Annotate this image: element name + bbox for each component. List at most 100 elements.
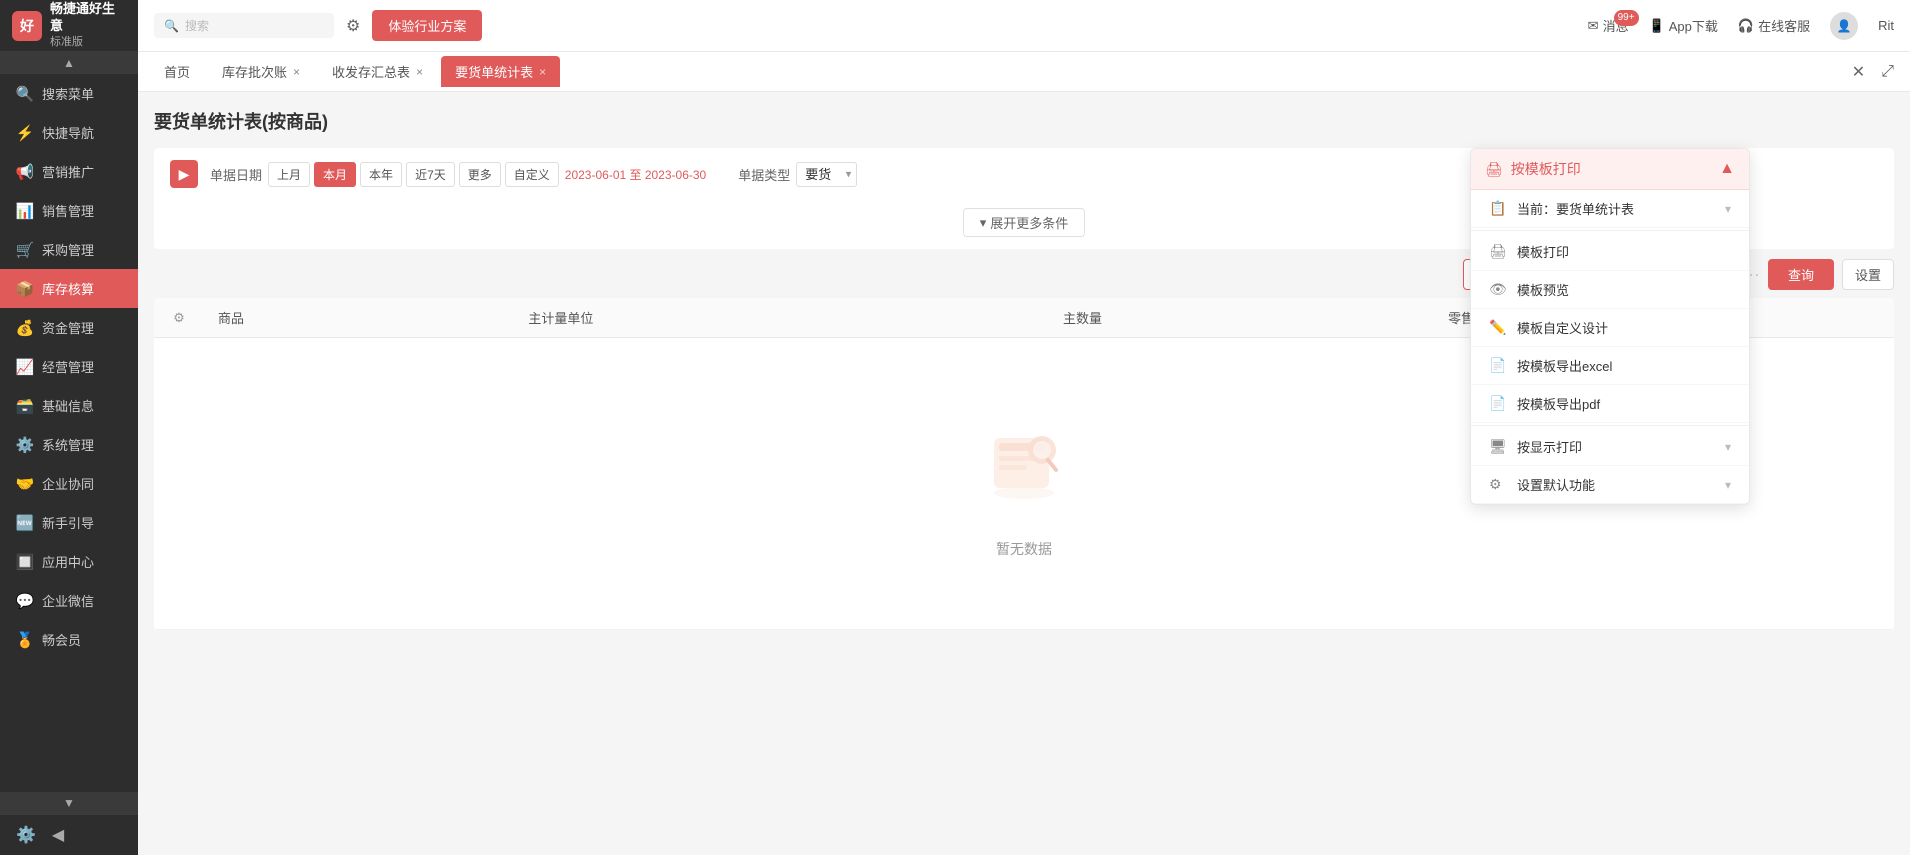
date-btn-more[interactable]: 更多 xyxy=(459,162,501,187)
app-download-btn[interactable]: 📱 App下载 xyxy=(1649,16,1718,35)
sidebar-item-search[interactable]: 🔍 搜索菜单 xyxy=(0,74,138,113)
sidebar-item-operations[interactable]: 📈 经营管理 xyxy=(0,347,138,386)
tab-receipt-summary[interactable]: 收发存汇总表 × xyxy=(318,56,437,87)
app-download-label: App下载 xyxy=(1669,16,1718,35)
current-template-item[interactable]: 📋 当前：要货单统计表 ▾ xyxy=(1471,190,1749,228)
sidebar-item-label: 新手引导 xyxy=(42,513,94,532)
avatar: 👤 xyxy=(1830,12,1858,40)
username[interactable]: Rit xyxy=(1878,18,1894,33)
display-print-item[interactable]: 🖥 按显示打印 ▾ xyxy=(1471,428,1749,466)
template-custom-item[interactable]: ✏️ 模板自定义设计 xyxy=(1471,309,1749,347)
collapse-sidebar-icon[interactable]: ◀ xyxy=(52,825,64,845)
sidebar-item-app-center[interactable]: 🔲 应用中心 xyxy=(0,542,138,581)
sidebar-item-quick-nav[interactable]: ⚡ 快捷导航 xyxy=(0,113,138,152)
table-col-qty: 主数量 xyxy=(1049,298,1434,338)
sidebar-item-purchase[interactable]: 🛒 采购管理 xyxy=(0,230,138,269)
search-placeholder: 搜索 xyxy=(185,17,209,34)
type-select[interactable]: 要货 xyxy=(796,162,857,187)
gear-icon[interactable]: ⚙ xyxy=(346,16,360,36)
date-btn-this-year[interactable]: 本年 xyxy=(360,162,402,187)
settings-footer-icon[interactable]: ⚙️ xyxy=(16,825,36,845)
sidebar-item-label: 经营管理 xyxy=(42,357,94,376)
print-dropdown-collapse-icon[interactable]: ▲ xyxy=(1719,160,1735,178)
maximize-btn[interactable]: ⤢ xyxy=(1877,60,1898,84)
online-service-btn[interactable]: 🎧 在线客服 xyxy=(1738,16,1810,35)
sidebar-item-label: 系统管理 xyxy=(42,435,94,454)
date-buttons: 上月 本月 本年 近7天 更多 自定义 xyxy=(268,162,559,187)
type-label: 单据类型 xyxy=(738,165,790,184)
export-pdf-item[interactable]: 📄 按模板导出pdf xyxy=(1471,385,1749,423)
search-box[interactable]: 🔍 搜索 xyxy=(154,13,334,38)
sidebar-item-inventory[interactable]: 📦 库存核算 xyxy=(0,269,138,308)
table-settings-icon[interactable]: ⚙ xyxy=(173,310,185,325)
trial-btn[interactable]: 体验行业方案 xyxy=(372,10,482,41)
sidebar-logo: 好 畅捷通好生意 标准版 xyxy=(0,0,138,52)
query-btn[interactable]: 查询 xyxy=(1768,259,1834,290)
tab-home[interactable]: 首页 xyxy=(150,56,204,87)
template-preview-item[interactable]: 👁 模板预览 xyxy=(1471,271,1749,309)
sidebar-item-sales[interactable]: 📊 销售管理 xyxy=(0,191,138,230)
sales-icon: 📊 xyxy=(16,202,34,220)
print-dropdown-title: 🖨 按模板打印 xyxy=(1485,159,1581,179)
tab-close-receipt-summary[interactable]: × xyxy=(416,65,423,79)
date-btn-custom[interactable]: 自定义 xyxy=(505,162,559,187)
search-icon: 🔍 xyxy=(164,19,179,33)
app-version: 标准版 xyxy=(50,35,126,49)
current-template-icon: 📋 xyxy=(1489,200,1507,217)
sidebar-item-collab[interactable]: 🤝 企业协同 xyxy=(0,464,138,503)
message-btn[interactable]: ✉ 消息 99+ xyxy=(1588,16,1629,35)
sidebar-item-label: 营销推广 xyxy=(42,162,94,181)
expand-label: 展开更多条件 xyxy=(990,213,1068,232)
search-icon: 🔍 xyxy=(16,85,34,103)
brand-name: 畅捷通好生意 xyxy=(50,1,126,35)
topbar: 🔍 搜索 ⚙ 体验行业方案 ✉ 消息 99+ 📱 App下载 🎧 在线客服 👤 … xyxy=(138,0,1910,52)
sidebar-item-label: 资金管理 xyxy=(42,318,94,337)
download-icon: 📱 xyxy=(1649,18,1665,34)
sidebar-scroll-down[interactable]: ▼ xyxy=(0,792,138,814)
template-custom-icon: ✏️ xyxy=(1489,319,1507,336)
sidebar-item-basic[interactable]: 🗃️ 基础信息 xyxy=(0,386,138,425)
tabbar: 首页 库存批次账 × 收发存汇总表 × 要货单统计表 × ✕ ⤢ xyxy=(138,52,1910,92)
date-filter-group: 单据日期 上月 本月 本年 近7天 更多 自定义 2023-06-01 至 20… xyxy=(210,162,706,187)
tab-inventory-batch[interactable]: 库存批次账 × xyxy=(208,56,314,87)
sidebar-item-label: 搜索菜单 xyxy=(42,84,94,103)
export-excel-item[interactable]: 📄 按模板导出excel xyxy=(1471,347,1749,385)
close-tab-btn[interactable]: ✕ xyxy=(1848,60,1869,84)
sidebar-item-guide[interactable]: 🆕 新手引导 xyxy=(0,503,138,542)
empty-icon xyxy=(974,408,1074,527)
tab-order-stats[interactable]: 要货单统计表 × xyxy=(441,56,560,87)
expand-icon: ▾ xyxy=(980,215,987,231)
table-col-settings[interactable]: ⚙ xyxy=(154,298,204,338)
sidebar-item-label: 企业微信 xyxy=(42,591,94,610)
filter-toggle-btn[interactable]: ▶ xyxy=(170,160,198,188)
sidebar-item-label: 应用中心 xyxy=(42,552,94,571)
filter-expand-btn[interactable]: ▾ 展开更多条件 xyxy=(963,208,1086,237)
quick-nav-icon: ⚡ xyxy=(16,124,34,142)
sidebar-item-vip[interactable]: 🏅 畅会员 xyxy=(0,620,138,659)
template-print-item[interactable]: 🖨 模板打印 xyxy=(1471,233,1749,271)
sidebar-item-finance[interactable]: 💰 资金管理 xyxy=(0,308,138,347)
sidebar-item-label: 库存核算 xyxy=(42,279,94,298)
export-pdf-icon: 📄 xyxy=(1489,395,1507,412)
message-icon: ✉ xyxy=(1588,18,1599,34)
sidebar-item-marketing[interactable]: 📢 营销推广 xyxy=(0,152,138,191)
tab-home-label: 首页 xyxy=(164,62,190,81)
export-pdf-label: 按模板导出pdf xyxy=(1517,394,1600,413)
sidebar-item-label: 采购管理 xyxy=(42,240,94,259)
sidebar-item-label: 基础信息 xyxy=(42,396,94,415)
setting-btn[interactable]: 设置 xyxy=(1842,259,1894,290)
tab-close-inventory-batch[interactable]: × xyxy=(293,65,300,79)
date-btn-prev-month[interactable]: 上月 xyxy=(268,162,310,187)
tab-close-order-stats[interactable]: × xyxy=(539,65,546,79)
sidebar-item-enterprise-wechat[interactable]: 💬 企业微信 xyxy=(0,581,138,620)
date-btn-this-month[interactable]: 本月 xyxy=(314,162,356,187)
sidebar-nav: 🔍 搜索菜单 ⚡ 快捷导航 📢 营销推广 📊 销售管理 🛒 采购管理 📦 库存核… xyxy=(0,74,138,792)
date-btn-7days[interactable]: 近7天 xyxy=(406,162,455,187)
set-default-item[interactable]: ⚙ 设置默认功能 ▾ xyxy=(1471,466,1749,504)
sidebar-scroll-up[interactable]: ▲ xyxy=(0,52,138,74)
sidebar-item-system[interactable]: ⚙️ 系统管理 xyxy=(0,425,138,464)
sidebar-item-label: 快捷导航 xyxy=(42,123,94,142)
app-center-icon: 🔲 xyxy=(16,553,34,571)
sidebar-item-label: 企业协同 xyxy=(42,474,94,493)
set-default-arrow: ▾ xyxy=(1725,478,1731,492)
